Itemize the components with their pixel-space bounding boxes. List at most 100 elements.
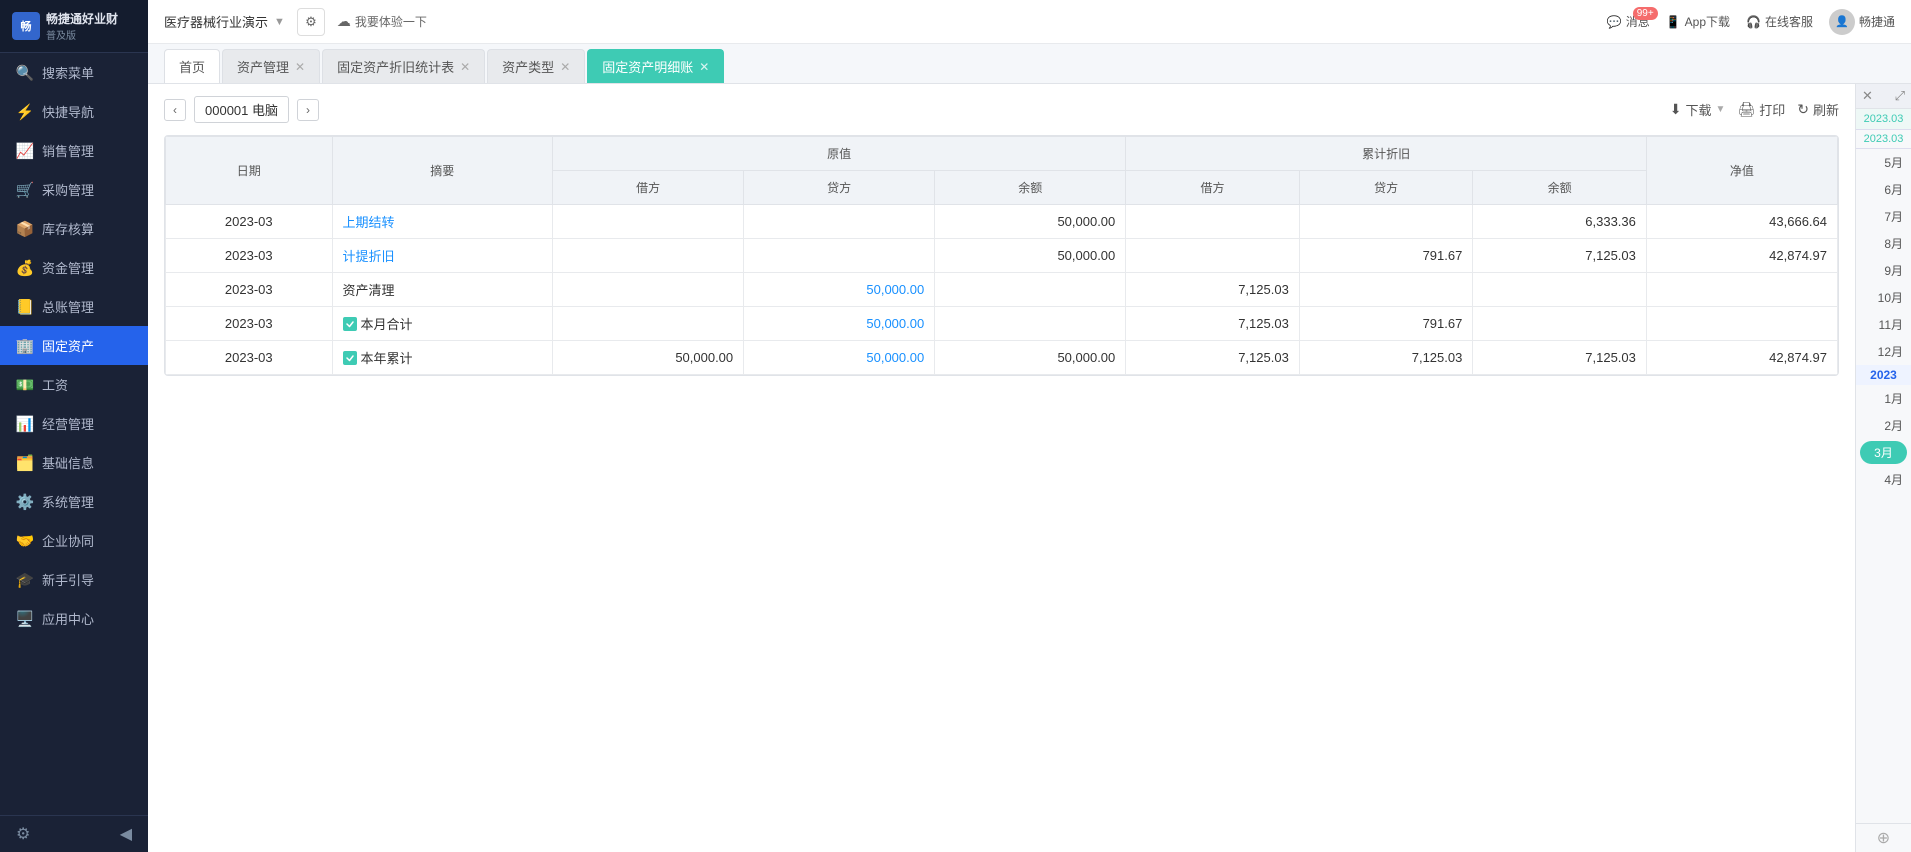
print-button[interactable]: 🖨 打印 xyxy=(1737,100,1785,119)
col-orig-credit: 贷方 xyxy=(744,171,935,205)
cell-accum-debit: 7,125.03 xyxy=(1126,341,1300,375)
timeline-month-2月[interactable]: 2月 xyxy=(1856,412,1911,439)
prev-asset-button[interactable]: ‹ xyxy=(164,99,186,121)
sidebar-item-ledger[interactable]: 📒总账管理 xyxy=(0,287,148,326)
company-settings-button[interactable]: ⚙ xyxy=(297,8,325,36)
col-original-group: 原值 xyxy=(553,137,1126,171)
user-menu[interactable]: 👤 畅捷通 xyxy=(1829,9,1895,35)
sidebar-item-quick_nav[interactable]: ⚡快捷导航 xyxy=(0,92,148,131)
sidebar-label-funds: 资金管理 xyxy=(42,258,94,277)
cell-orig-debit xyxy=(553,307,744,341)
timeline-month-7月[interactable]: 7月 xyxy=(1856,203,1911,230)
table-row: 2023-03 资产清理 50,000.00 7,125.03 xyxy=(166,273,1838,307)
timeline-month-10月[interactable]: 10月 xyxy=(1856,284,1911,311)
cell-summary[interactable]: 上期结转 xyxy=(332,205,553,239)
timeline-month-4月[interactable]: 4月 xyxy=(1856,466,1911,493)
timeline-month-9月[interactable]: 9月 xyxy=(1856,257,1911,284)
content-area: ‹ 000001 电脑 › ⬇ 下载 ▼ 🖨 打印 ↻ 刷新 xyxy=(148,84,1911,852)
sidebar-label-inventory: 库存核算 xyxy=(42,219,94,238)
tab-close-depreciation_stat[interactable]: ✕ xyxy=(460,60,470,74)
timeline-month-8月[interactable]: 8月 xyxy=(1856,230,1911,257)
sidebar-item-fixed_assets[interactable]: 🏢固定资产 xyxy=(0,326,148,365)
tab-label-home: 首页 xyxy=(179,57,205,76)
tab-depreciation_stat[interactable]: 固定资产折旧统计表✕ xyxy=(322,49,485,83)
tab-close-asset_mgmt[interactable]: ✕ xyxy=(295,60,305,74)
sidebar-item-sys_mgmt[interactable]: ⚙️系统管理 xyxy=(0,482,148,521)
tab-close-asset_detail[interactable]: ✕ xyxy=(699,60,709,74)
messages-button[interactable]: 💬 消息 99+ xyxy=(1607,13,1650,30)
timeline-month-11月[interactable]: 11月 xyxy=(1856,311,1911,338)
sidebar-item-sales[interactable]: 📈销售管理 xyxy=(0,131,148,170)
company-dropdown-icon: ▼ xyxy=(274,16,285,28)
cell-orig-balance: 50,000.00 xyxy=(935,341,1126,375)
cell-accum-balance xyxy=(1473,307,1647,341)
cell-date: 2023-03 xyxy=(166,307,333,341)
sidebar-item-guide[interactable]: 🎓 新手引导 xyxy=(0,560,148,599)
company-selector[interactable]: 医疗器械行业演示 ▼ xyxy=(164,12,285,31)
timeline-month-6月[interactable]: 6月 xyxy=(1856,176,1911,203)
inventory-icon: 📦 xyxy=(16,220,34,238)
app-logo-icon: 畅 xyxy=(12,12,40,40)
cell-net-value xyxy=(1646,273,1837,307)
timeline-month-12月[interactable]: 12月 xyxy=(1856,338,1911,365)
sidebar-menu: 🔍搜索菜单⚡快捷导航📈销售管理🛒采购管理 📦 库存核算 💰资金管理📒总账管理🏢固定资产… xyxy=(0,53,148,815)
cell-summary[interactable]: 计提折旧 xyxy=(332,239,553,273)
cell-accum-balance: 6,333.36 xyxy=(1473,205,1647,239)
sidebar-item-operations[interactable]: 📊经营管理 xyxy=(0,404,148,443)
download-icon: ⬇ xyxy=(1670,101,1682,118)
download-button[interactable]: ⬇ 下载 ▼ xyxy=(1670,100,1726,119)
refresh-button[interactable]: ↻ 刷新 xyxy=(1797,100,1839,119)
next-asset-button[interactable]: › xyxy=(297,99,319,121)
sidebar-item-basic_info[interactable]: 🗂️基础信息 xyxy=(0,443,148,482)
table-row: 2023-03 本年累计 50,000.00 50,000.00 50,000.… xyxy=(166,341,1838,375)
timeline-month-1月[interactable]: 1月 xyxy=(1856,385,1911,412)
sidebar-item-funds[interactable]: 💰资金管理 xyxy=(0,248,148,287)
cell-accum-debit xyxy=(1126,239,1300,273)
tab-asset_type[interactable]: 资产类型 ✕ xyxy=(487,49,585,83)
sidebar-item-inventory[interactable]: 📦 库存核算 xyxy=(0,209,148,248)
username: 畅捷通 xyxy=(1859,13,1895,30)
cell-accum-debit xyxy=(1126,205,1300,239)
app_center-icon: 🖥️ xyxy=(16,610,34,628)
cell-date: 2023-03 xyxy=(166,205,333,239)
cell-summary[interactable]: 资产清理 xyxy=(332,273,553,307)
app-download-button[interactable]: 📱 App下载 xyxy=(1666,13,1730,30)
sidebar-item-payroll[interactable]: 💵工资 xyxy=(0,365,148,404)
sidebar-item-app_center[interactable]: 🖥️ 应用中心 xyxy=(0,599,148,638)
online-service-button[interactable]: 🎧 在线客服 xyxy=(1746,13,1813,30)
tab-asset_detail[interactable]: 固定资产明细账✕ xyxy=(587,49,724,83)
cell-net-value: 42,874.97 xyxy=(1646,239,1837,273)
purchase-icon: 🛒 xyxy=(16,181,34,199)
sidebar-item-purchase[interactable]: 🛒采购管理 xyxy=(0,170,148,209)
app-download-icon: 📱 xyxy=(1666,15,1681,29)
collapse-icon[interactable]: ◀ xyxy=(120,824,132,844)
cell-accum-credit: 791.67 xyxy=(1299,307,1473,341)
tab-asset_mgmt[interactable]: 资产管理✕ xyxy=(222,49,320,83)
experience-button[interactable]: ☁ 我要体验一下 xyxy=(337,13,427,30)
cell-accum-credit xyxy=(1299,205,1473,239)
sidebar-footer: ⚙ ◀ xyxy=(0,815,148,852)
tab-home[interactable]: 首页 xyxy=(164,49,220,83)
settings-icon[interactable]: ⚙ xyxy=(16,824,30,844)
fixed_assets-icon: 🏢 xyxy=(16,337,34,355)
sys_mgmt-icon: ⚙️ xyxy=(16,493,34,511)
sidebar-item-search[interactable]: 🔍搜索菜单 xyxy=(0,53,148,92)
timeline-month-5月[interactable]: 5月 xyxy=(1856,149,1911,176)
payroll-icon: 💵 xyxy=(16,376,34,394)
guide-icon: 🎓 xyxy=(16,571,34,589)
sidebar-label-guide: 新手引导 xyxy=(42,570,94,589)
tab-label-asset_type: 资产类型 xyxy=(502,57,554,76)
timeline-expand-icon[interactable]: ⤢ xyxy=(1895,88,1905,104)
timeline-close-icon[interactable]: ✕ xyxy=(1862,88,1873,104)
sidebar-item-cooperation[interactable]: 🤝企业协同 xyxy=(0,521,148,560)
sidebar-label-app_center: 应用中心 xyxy=(42,609,94,628)
timeline-month-3月[interactable]: 3月 xyxy=(1860,441,1907,464)
timeline-scroll: 5月6月7月8月9月10月11月12月20231月2月3月4月 xyxy=(1856,149,1911,823)
col-summary: 摘要 xyxy=(332,137,553,205)
tab-close-asset_type[interactable]: ✕ xyxy=(560,60,570,74)
sidebar-label-cooperation: 企业协同 xyxy=(42,531,94,550)
cell-accum-credit: 7,125.03 xyxy=(1299,341,1473,375)
ledger-icon: 📒 xyxy=(16,298,34,316)
timeline-date-sub: 2023.03 xyxy=(1856,130,1911,149)
timeline-down-icon[interactable]: ⊕ xyxy=(1877,830,1890,847)
